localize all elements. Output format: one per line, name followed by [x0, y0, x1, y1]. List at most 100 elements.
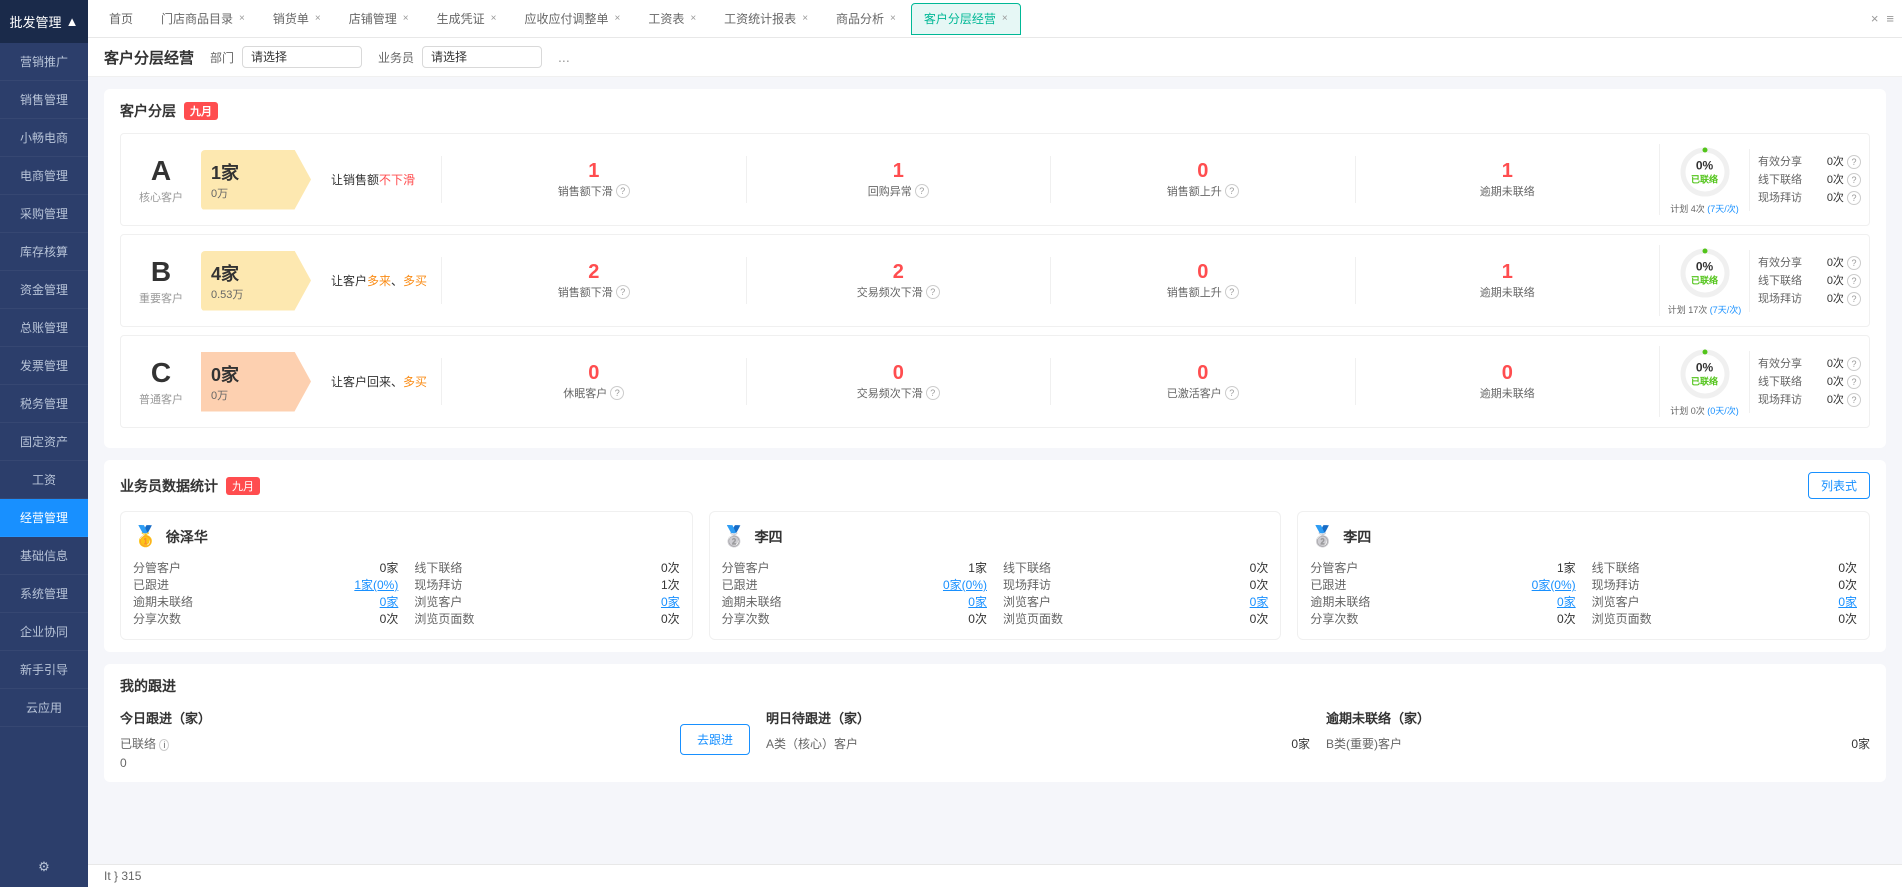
agent-stat-row: 浏览页面数 0次 — [1003, 610, 1268, 627]
agent-stat-label: 浏览客户 — [1592, 593, 1640, 610]
info-icon[interactable]: ? — [1225, 386, 1239, 400]
info-icon[interactable]: ? — [616, 184, 630, 198]
sidebar-item-资金管理[interactable]: 资金管理 — [0, 271, 88, 309]
sidebar-item-固定资产[interactable]: 固定资产 — [0, 423, 88, 461]
tab-close-icon[interactable]: × — [315, 13, 321, 24]
stat-cell-销售额下滑: 2 销售额下滑? — [441, 257, 746, 304]
tier-slogan-C: 让客户回来、多买 — [311, 373, 441, 390]
info-icon[interactable]: ? — [926, 386, 940, 400]
goto-followup-button[interactable]: 去跟进 — [680, 724, 750, 755]
agent-stat-val: 0次 — [1250, 576, 1269, 593]
info-icon[interactable]: ? — [1225, 184, 1239, 198]
agent-stat-val[interactable]: 0家 — [661, 593, 680, 610]
circle-link[interactable]: (7天/次) — [1710, 305, 1742, 315]
agent-stat-val: 0次 — [1250, 559, 1269, 576]
tab-close-icon[interactable]: × — [239, 13, 245, 24]
info-icon-right[interactable]: ? — [1847, 292, 1861, 306]
followup-columns: 今日跟进（家） 已联络 i 0 去跟进 明日待跟进（家） A类（核心）客户 0家 — [120, 708, 1870, 770]
info-icon[interactable]: ? — [915, 184, 929, 198]
circle-wrap: 0% 已联络 — [1677, 144, 1733, 200]
info-icon[interactable]: ? — [926, 285, 940, 299]
info-icon-right[interactable]: ? — [1847, 357, 1861, 371]
tab-商品分析[interactable]: 商品分析× — [823, 3, 909, 35]
sidebar-item-营销推广[interactable]: 营销推广 — [0, 43, 88, 81]
info-icon-right[interactable]: ? — [1847, 393, 1861, 407]
more-filters-icon[interactable]: ... — [558, 49, 570, 65]
info-icon-right[interactable]: ? — [1847, 155, 1861, 169]
sidebar-item-总账管理[interactable]: 总账管理 — [0, 309, 88, 347]
info-icon[interactable]: ? — [1225, 285, 1239, 299]
sidebar-item-税务管理[interactable]: 税务管理 — [0, 385, 88, 423]
tab-店铺管理[interactable]: 店铺管理× — [336, 3, 422, 35]
tab-客户分层经营[interactable]: 客户分层经营× — [911, 3, 1021, 35]
info-icon-right[interactable]: ? — [1847, 256, 1861, 270]
agent-stat-val[interactable]: 0家 — [1557, 593, 1576, 610]
agent-stat-label: 线下联络 — [1592, 559, 1640, 576]
tier-count-block-C: 0家 0万 — [201, 352, 311, 412]
sidebar-item-新手引导[interactable]: 新手引导 — [0, 651, 88, 689]
sidebar-title: 批发管理 — [10, 12, 62, 31]
agent-stat-val: 0次 — [661, 610, 680, 627]
tab-销货单[interactable]: 销货单× — [260, 3, 334, 35]
tab-工资统计报表[interactable]: 工资统计报表× — [711, 3, 821, 35]
sidebar-item-库存核算[interactable]: 库存核算 — [0, 233, 88, 271]
sidebar-item-企业协同[interactable]: 企业协同 — [0, 613, 88, 651]
tab-close-icon[interactable]: × — [690, 13, 696, 24]
tab-close-icon[interactable]: × — [802, 13, 808, 24]
stat-cell-逾期未联络: 1 逾期未联络 — [1355, 156, 1660, 203]
sidebar-item-经营管理[interactable]: 经营管理 — [0, 499, 88, 537]
agent-card-0: 🥇 徐泽华 分管客户 0家 已跟进 1家(0%) 逾期未联络 0家 分享次数 0… — [120, 511, 693, 640]
right-stat-label: 有效分享 — [1758, 355, 1802, 371]
sidebar-item-采购管理[interactable]: 采购管理 — [0, 195, 88, 233]
sidebar-item-系统管理[interactable]: 系统管理 — [0, 575, 88, 613]
sidebar-item-发票管理[interactable]: 发票管理 — [0, 347, 88, 385]
info-icon-right[interactable]: ? — [1847, 375, 1861, 389]
dept-select[interactable]: 请选择 — [242, 46, 362, 68]
agent-select[interactable]: 请选择 — [422, 46, 542, 68]
agent-stat-val[interactable]: 0家(0%) — [943, 576, 987, 593]
tab-close-icon[interactable]: × — [614, 13, 620, 24]
tier-stats-B: 2 销售额下滑? 2 交易频次下滑? 0 销售额上升? 1 逾期未联络 — [441, 257, 1659, 304]
agent-stat-val[interactable]: 1家(0%) — [354, 576, 398, 593]
sidebar-item-小畅电商[interactable]: 小畅电商 — [0, 119, 88, 157]
tab-应收应付调整单[interactable]: 应收应付调整单× — [511, 3, 633, 35]
tab-close-icon[interactable]: × — [890, 13, 896, 24]
tab-首页[interactable]: 首页 — [96, 3, 146, 35]
list-view-button[interactable]: 列表式 — [1808, 472, 1870, 499]
tier-count-sub: 0万 — [211, 387, 311, 403]
tab-生成凭证[interactable]: 生成凭证× — [424, 3, 510, 35]
agent-stat-val[interactable]: 0家 — [1838, 593, 1857, 610]
info-icon-right[interactable]: ? — [1847, 173, 1861, 187]
agent-stat-val[interactable]: 0家 — [968, 593, 987, 610]
tab-close-icon[interactable]: × — [403, 13, 409, 24]
info-icon-right[interactable]: ? — [1847, 274, 1861, 288]
sidebar-item-工资[interactable]: 工资 — [0, 461, 88, 499]
agent-stat-val[interactable]: 0家 — [380, 593, 399, 610]
tab-close-icon[interactable]: × — [491, 13, 497, 24]
gear-icon: ⚙ — [38, 859, 50, 874]
sidebar-item-电商管理[interactable]: 电商管理 — [0, 157, 88, 195]
tab-工资表[interactable]: 工资表× — [635, 3, 709, 35]
info-icon[interactable]: ? — [610, 386, 624, 400]
circle-link[interactable]: (7天/次) — [1707, 204, 1739, 214]
circle-link[interactable]: (0天/次) — [1707, 406, 1739, 416]
sidebar-header[interactable]: 批发管理 ▲ — [0, 0, 88, 43]
sidebar-item-云应用[interactable]: 云应用 — [0, 689, 88, 727]
agent-stat-val[interactable]: 0家 — [1250, 593, 1269, 610]
right-stat-row: 有效分享 0次 ? — [1758, 153, 1861, 169]
agent-stat-label: 现场拜访 — [414, 576, 462, 593]
tab-门店商品目录[interactable]: 门店商品目录× — [148, 3, 258, 35]
sidebar-settings[interactable]: ⚙ — [0, 847, 88, 887]
tab-close-action[interactable]: × — [1871, 11, 1879, 26]
info-icon-right[interactable]: ? — [1847, 191, 1861, 205]
agent-name-1: 李四 — [755, 527, 783, 547]
agent-stat-label: 已跟进 — [722, 576, 758, 593]
agent-stat-val[interactable]: 0家(0%) — [1532, 576, 1576, 593]
tab-more-action[interactable]: ≡ — [1886, 11, 1894, 26]
info-icon[interactable]: ? — [616, 285, 630, 299]
tier-label-A: A核心客户 — [121, 155, 201, 205]
sidebar-item-基础信息[interactable]: 基础信息 — [0, 537, 88, 575]
agent-stat-label: 逾期未联络 — [1310, 593, 1370, 610]
tab-close-icon[interactable]: × — [1002, 13, 1008, 24]
sidebar-item-销售管理[interactable]: 销售管理 — [0, 81, 88, 119]
